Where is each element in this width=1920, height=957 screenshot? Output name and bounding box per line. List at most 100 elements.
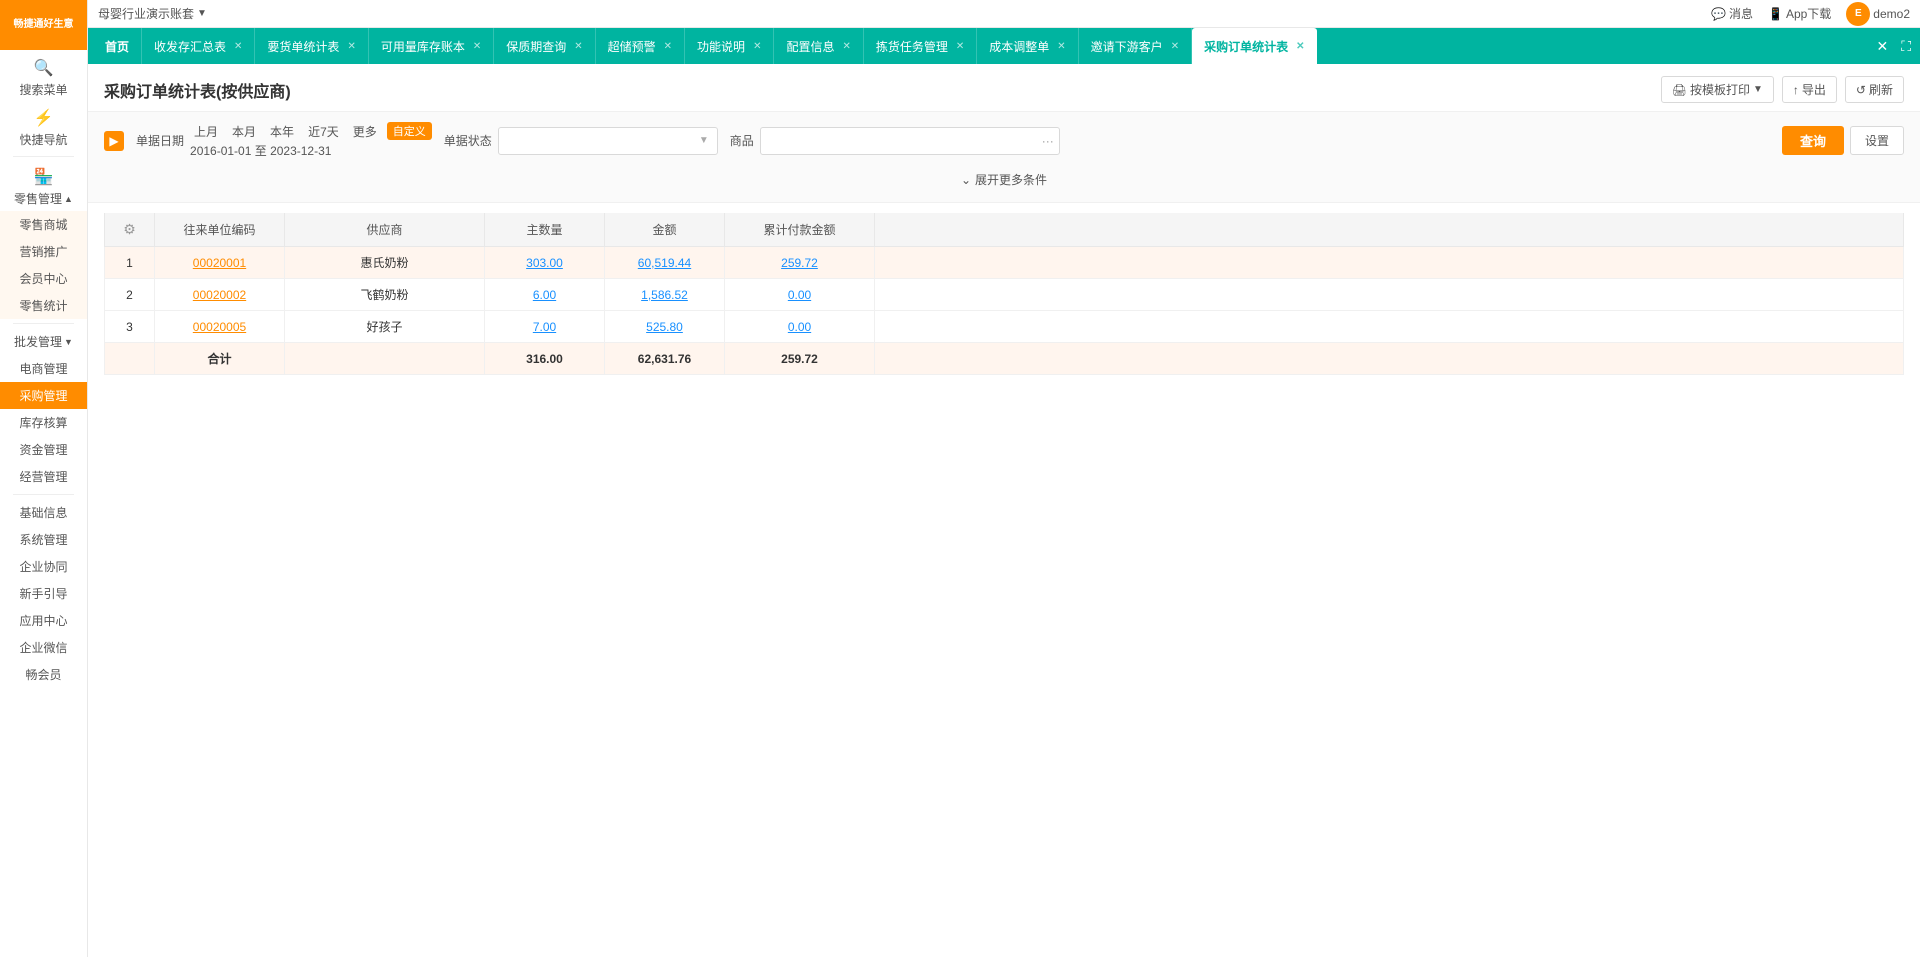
tab-close-icon[interactable]: ✕ [347, 41, 355, 52]
export-button[interactable]: ↑ 导出 [1782, 76, 1837, 103]
user-profile[interactable]: E demo2 [1846, 2, 1910, 26]
shortcut-this-month[interactable]: 本月 [228, 123, 260, 140]
sidebar-item-ecommerce[interactable]: 电商管理 [0, 355, 87, 382]
sidebar-item-enterprise[interactable]: 企业协同 [0, 553, 87, 580]
sidebar-item-label-wrap: 零售管理 ▲ [14, 190, 73, 207]
app-download-button[interactable]: 📱 App下载 [1768, 5, 1831, 22]
sidebar-item-purchase[interactable]: 采购管理 [0, 382, 87, 409]
tab-close-icon[interactable]: ✕ [842, 41, 850, 52]
qty-link[interactable]: 303.00 [526, 256, 563, 270]
tabbar-actions: ✕ ⛶ [1872, 34, 1915, 59]
sidebar-item-appstore[interactable]: 应用中心 [0, 607, 87, 634]
tab-yaohuo[interactable]: 要货单统计表 ✕ [255, 28, 368, 64]
code-link[interactable]: 00020005 [193, 320, 246, 334]
qty-link[interactable]: 7.00 [533, 320, 556, 334]
amount-link[interactable]: 525.80 [646, 320, 683, 334]
cell-qty: 6.00 [485, 279, 605, 311]
expand-label: 展开更多条件 [975, 171, 1047, 188]
sidebar-item-label: 营销推广 [19, 243, 67, 260]
tab-close-icon[interactable]: ✕ [1057, 41, 1065, 52]
tab-tuohuo[interactable]: 拣货任务管理 ✕ [864, 28, 977, 64]
sidebar-item-basic[interactable]: 基础信息 [0, 499, 87, 526]
sidebar-item-operations[interactable]: 经营管理 [0, 463, 87, 490]
sidebar-item-finance[interactable]: 资金管理 [0, 436, 87, 463]
sidebar-item-system[interactable]: 系统管理 [0, 526, 87, 553]
amount-link[interactable]: 1,586.52 [641, 288, 688, 302]
qty-link[interactable]: 6.00 [533, 288, 556, 302]
more-icon[interactable]: ··· [1042, 134, 1054, 148]
sidebar-item-retail-stats[interactable]: 零售统计 [0, 292, 87, 319]
tab-chengben[interactable]: 成本调整单 ✕ [977, 28, 1078, 64]
table-header: ⚙ 往来单位编码 供应商 主数量 金额 累计付款金额 [105, 213, 1904, 247]
code-link[interactable]: 00020001 [193, 256, 246, 270]
filter-toggle-button[interactable]: ▶ [104, 131, 124, 151]
footer-paid: 259.72 [725, 343, 875, 375]
sidebar-item-label: 零售管理 [14, 190, 62, 207]
column-settings-icon[interactable]: ⚙ [123, 221, 136, 237]
status-select[interactable]: ▼ [498, 127, 718, 155]
amount-link[interactable]: 60,519.44 [638, 256, 691, 270]
tab-caigou[interactable]: 采购订单统计表 ✕ [1192, 28, 1317, 64]
sidebar-item-retail-mall[interactable]: 零售商城 [0, 211, 87, 238]
shortcut-last-month[interactable]: 上月 [190, 123, 222, 140]
shortcut-more[interactable]: 更多 [349, 123, 381, 140]
workspace-selector[interactable]: 母婴行业演示账套 ▼ [98, 5, 207, 22]
cell-supplier: 好孩子 [285, 311, 485, 343]
template-print-button[interactable]: 🖨 按模板打印 ▼ [1661, 76, 1774, 103]
sidebar-item-guide[interactable]: 新手引导 [0, 580, 87, 607]
sidebar-item-search[interactable]: 🔍 搜索菜单 [0, 50, 87, 102]
paid-link[interactable]: 0.00 [788, 320, 811, 334]
table-row: 2 00020002 飞鹤奶粉 6.00 1,586.52 0.00 [105, 279, 1904, 311]
tab-keyongliang[interactable]: 可用量库存账本 ✕ [369, 28, 494, 64]
footer-extra [875, 343, 1904, 375]
sidebar-item-wholesale[interactable]: 批发管理 ▼ [0, 328, 87, 355]
paid-link[interactable]: 259.72 [781, 256, 818, 270]
code-link[interactable]: 00020002 [193, 288, 246, 302]
footer-label: 合计 [155, 343, 285, 375]
sidebar-item-marketing[interactable]: 营销推广 [0, 238, 87, 265]
tab-close-icon[interactable]: ✕ [753, 41, 761, 52]
col-header-code: 往来单位编码 [155, 213, 285, 247]
tab-chaochuyujing[interactable]: 超储预警 ✕ [596, 28, 685, 64]
product-search-input[interactable] [760, 127, 1060, 155]
shortcut-this-year[interactable]: 本年 [266, 123, 298, 140]
maximize-button[interactable]: ⛶ [1897, 34, 1915, 59]
paid-link[interactable]: 0.00 [788, 288, 811, 302]
refresh-button[interactable]: ↺ 刷新 [1845, 76, 1904, 103]
page-title: 采购订单统计表(按供应商) [104, 78, 291, 102]
tab-close-icon[interactable]: ✕ [956, 41, 964, 52]
sidebar-item-member[interactable]: 会员中心 [0, 265, 87, 292]
sidebar-item-label: 零售商城 [19, 216, 67, 233]
tab-close-icon[interactable]: ✕ [574, 41, 582, 52]
chevron-down-icon: ⌄ [961, 173, 971, 187]
message-button[interactable]: 💬 消息 [1711, 5, 1753, 22]
sidebar-divider3 [13, 494, 74, 495]
sidebar-item-quicknav[interactable]: ⚡ 快捷导航 [0, 102, 87, 152]
tab-peizhi[interactable]: 配置信息 ✕ [774, 28, 863, 64]
setting-button[interactable]: 设置 [1850, 126, 1904, 155]
col-header-extra [875, 213, 1904, 247]
tab-close-icon[interactable]: ✕ [1171, 41, 1179, 52]
shortcut-7days[interactable]: 近7天 [304, 123, 343, 140]
tab-close-icon[interactable]: ✕ [473, 41, 481, 52]
refresh-label: 刷新 [1869, 81, 1893, 98]
sidebar-item-wechat[interactable]: 企业微信 [0, 634, 87, 661]
tab-close-icon[interactable]: ✕ [664, 41, 672, 52]
tab-close-icon[interactable]: ✕ [1296, 41, 1304, 52]
tab-shoufacun[interactable]: 收发存汇总表 ✕ [142, 28, 255, 64]
query-button[interactable]: 查询 [1782, 126, 1844, 155]
tab-baozhi[interactable]: 保质期查询 ✕ [494, 28, 595, 64]
sidebar-item-vip[interactable]: 畅会员 [0, 661, 87, 691]
expand-more-button[interactable]: ⌄ 展开更多条件 [953, 167, 1055, 192]
table-row: 3 00020005 好孩子 7.00 525.80 0.00 [105, 311, 1904, 343]
close-all-button[interactable]: ✕ [1872, 34, 1892, 59]
tab-home[interactable]: 首页 [93, 28, 142, 64]
dropdown-chevron-icon: ▼ [197, 8, 207, 19]
tab-close-icon[interactable]: ✕ [234, 41, 242, 52]
tab-gongneng[interactable]: 功能说明 ✕ [685, 28, 774, 64]
avatar: E [1846, 2, 1870, 26]
tab-yaoqing[interactable]: 邀请下游客户 ✕ [1079, 28, 1192, 64]
tab-label: 要货单统计表 [267, 38, 339, 55]
sidebar-item-inventory[interactable]: 库存核算 [0, 409, 87, 436]
sidebar-item-retail[interactable]: 🏪 零售管理 ▲ [0, 161, 87, 211]
